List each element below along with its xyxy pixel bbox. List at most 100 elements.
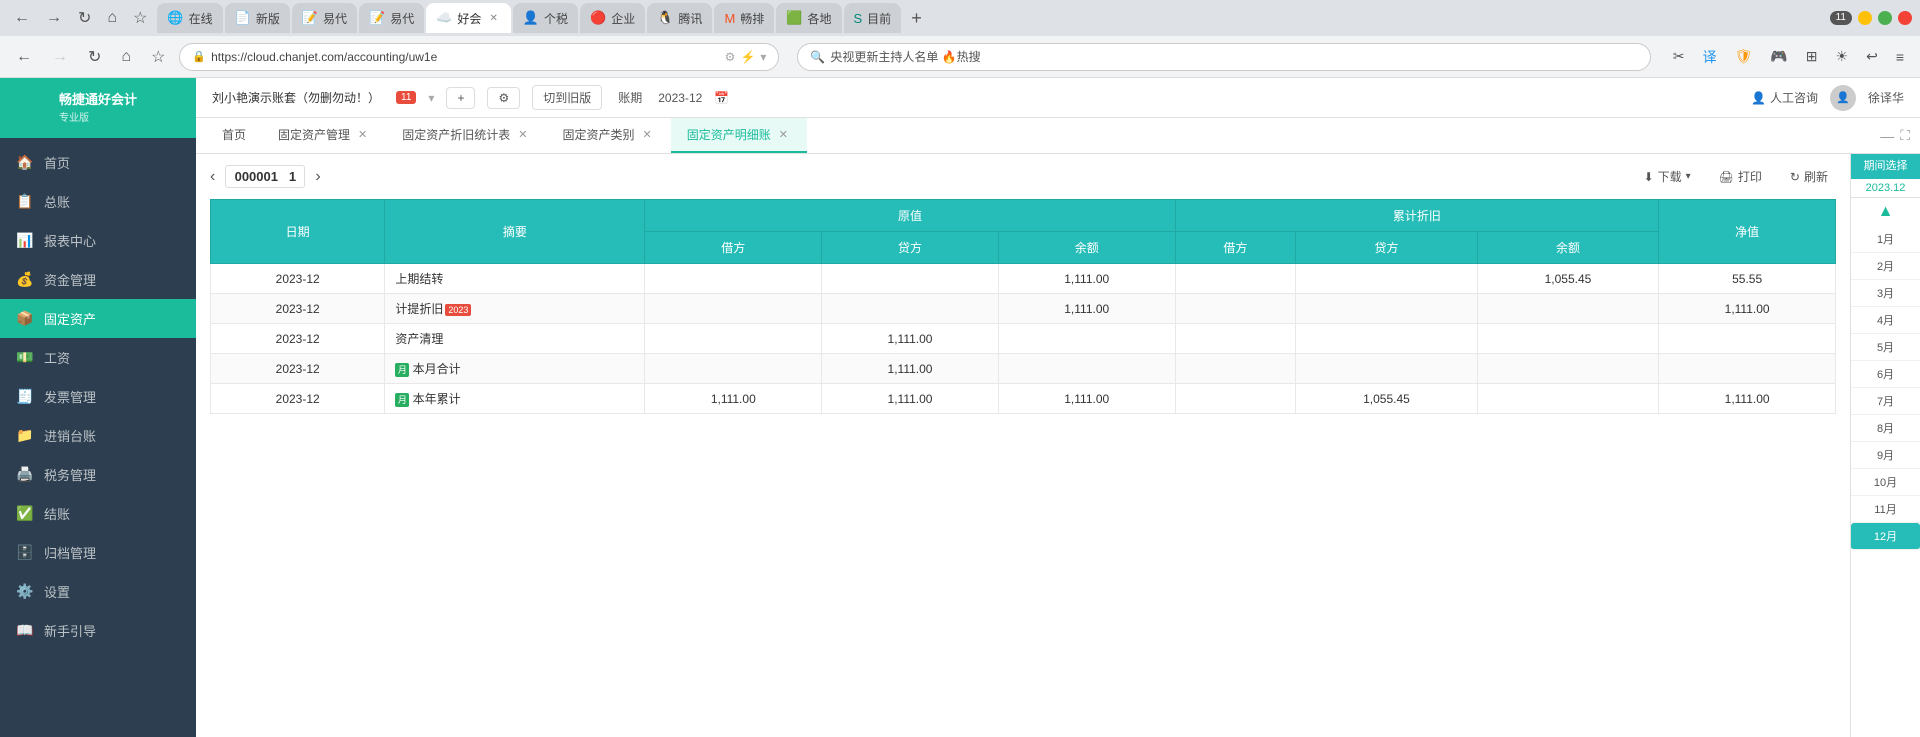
nav-bookmark[interactable]: ☆ bbox=[145, 43, 171, 71]
reload-button[interactable]: ↻ bbox=[72, 4, 97, 32]
settings-btn[interactable]: ⚙ bbox=[487, 87, 520, 109]
sidebar-item-fixed-assets[interactable]: 📦 固定资产 bbox=[0, 299, 196, 338]
back-button[interactable]: ← bbox=[8, 5, 36, 31]
badge-count: 11 bbox=[1830, 11, 1852, 25]
scissors-icon[interactable]: ✂ bbox=[1667, 44, 1691, 69]
print-btn[interactable]: 🖨 打印 bbox=[1711, 164, 1770, 189]
table-row[interactable]: 2023-12 资产清理 1,111.00 bbox=[211, 324, 1836, 354]
sidebar-item-payroll[interactable]: 💵 工资 bbox=[0, 338, 196, 377]
refresh-btn[interactable]: ↻ 刷新 bbox=[1782, 164, 1836, 189]
nav-reload[interactable]: ↻ bbox=[82, 43, 107, 71]
tab-zaixin[interactable]: 🌐 在线 bbox=[157, 3, 222, 33]
tab-depreciation-stats[interactable]: 固定资产折旧统计表 ✕ bbox=[386, 118, 546, 153]
sidebar-label-fixed-assets: 固定资产 bbox=[44, 309, 96, 328]
sidebar-item-close-period[interactable]: ✅ 结账 bbox=[0, 494, 196, 533]
search-bar[interactable]: 🔍 央视更新主持人名单 🔥热搜 bbox=[797, 43, 1650, 71]
translate-icon[interactable]: 译 bbox=[1697, 43, 1723, 71]
nav-forward[interactable]: → bbox=[46, 44, 74, 70]
shield-icon[interactable]: 🛡 bbox=[1729, 44, 1759, 69]
grid-icon[interactable]: ⊞ bbox=[1800, 44, 1824, 69]
table-row[interactable]: 2023-12 月 本月合计 1,111.00 bbox=[211, 354, 1836, 384]
tab-home[interactable]: 首页 bbox=[206, 118, 262, 153]
period-month-item[interactable]: 1月 bbox=[1851, 226, 1920, 253]
period-month-item[interactable]: 9月 bbox=[1851, 442, 1920, 469]
tab-changpai[interactable]: M 畅排 bbox=[714, 3, 774, 33]
tab-qiye[interactable]: 🔴 企业 bbox=[580, 3, 645, 33]
table-row[interactable]: 2023-12 月 本年累计 1,111.00 1,111.00 1,111.0… bbox=[211, 384, 1836, 414]
sidebar-item-reports[interactable]: 📊 报表中心 bbox=[0, 221, 196, 260]
print-icon: 🖨 bbox=[1719, 170, 1734, 184]
cell-net-value: 55.55 bbox=[1659, 264, 1836, 294]
download-btn[interactable]: ⬇ 下载 ▾ bbox=[1636, 164, 1699, 189]
sidebar-item-settings[interactable]: ⚙️ 设置 bbox=[0, 572, 196, 611]
sidebar-item-purchase-sales[interactable]: 📁 进销台账 bbox=[0, 416, 196, 455]
tab-haohui[interactable]: ☁️ 好会 ✕ bbox=[426, 3, 511, 33]
tab-muqian[interactable]: S 目前 bbox=[844, 3, 902, 33]
content-maximize[interactable]: ⛶ bbox=[1900, 127, 1910, 144]
app-header: 刘小艳演示账套（勿删勿动！） 11 ▾ + ⚙ 切到旧版 账期 2023-12 … bbox=[196, 78, 1920, 118]
content-minimize[interactable]: — bbox=[1880, 128, 1894, 144]
tab-geshuai[interactable]: 👤 个税 bbox=[513, 3, 578, 33]
switch-version-btn[interactable]: 切到旧版 bbox=[532, 85, 602, 110]
tab-yidai1[interactable]: 📝 易代 bbox=[292, 3, 357, 33]
forward-button[interactable]: → bbox=[40, 5, 68, 31]
sidebar-item-invoice[interactable]: 🧾 发票管理 bbox=[0, 377, 196, 416]
header-arrow-dropdown[interactable]: ▾ bbox=[428, 91, 434, 105]
tab-asset-category[interactable]: 固定资产类别 ✕ bbox=[546, 118, 670, 153]
period-month-item[interactable]: 8月 bbox=[1851, 415, 1920, 442]
tab-gedi[interactable]: 🟩 各地 bbox=[776, 3, 841, 33]
tab-tengxun[interactable]: 🐧 腾讯 bbox=[647, 3, 712, 33]
sidebar-menu: 🏠 首页 📋 总账 📊 报表中心 💰 资金管理 📦 固定资产 💵 工资 bbox=[0, 138, 196, 737]
dropdown-icon[interactable]: ▾ bbox=[760, 50, 766, 64]
sidebar-item-tax[interactable]: 🖨️ 税务管理 bbox=[0, 455, 196, 494]
period-month-item[interactable]: 2月 bbox=[1851, 253, 1920, 280]
nav-back[interactable]: ← bbox=[10, 44, 38, 70]
service-btn[interactable]: 👤 人工咨询 bbox=[1751, 89, 1818, 106]
brightness-icon[interactable]: ☀ bbox=[1830, 44, 1855, 69]
period-month-item[interactable]: 11月 bbox=[1851, 496, 1920, 523]
tab-asset-detail-ledger[interactable]: 固定资产明细账 ✕ bbox=[671, 118, 807, 153]
bookmark-button[interactable]: ☆ bbox=[127, 4, 153, 32]
table-row[interactable]: 2023-12 计提折旧2023 1,111.00 1,111.00 bbox=[211, 294, 1836, 324]
calendar-icon[interactable]: 📅 bbox=[714, 91, 729, 105]
gamepad-icon[interactable]: 🎮 bbox=[1764, 44, 1793, 69]
period-month-item[interactable]: 5月 bbox=[1851, 334, 1920, 361]
window-minimize[interactable] bbox=[1858, 11, 1872, 25]
period-month-item[interactable]: 4月 bbox=[1851, 307, 1920, 334]
cell-accum-debit bbox=[1175, 354, 1296, 384]
table-row[interactable]: 2023-12 上期结转 1,111.00 1,055.45 55.55 bbox=[211, 264, 1836, 294]
home-button[interactable]: ⌂ bbox=[101, 5, 123, 31]
period-month-item[interactable]: 10月 bbox=[1851, 469, 1920, 496]
period-month-item[interactable]: 7月 bbox=[1851, 388, 1920, 415]
sidebar-item-home[interactable]: 🏠 首页 bbox=[0, 143, 196, 182]
close-depreciation-stats[interactable]: ✕ bbox=[515, 127, 530, 142]
period-scroll-up[interactable]: ▲ bbox=[1851, 198, 1920, 226]
sidebar-item-funds[interactable]: 💰 资金管理 bbox=[0, 260, 196, 299]
user-avatar[interactable]: 👤 bbox=[1830, 85, 1856, 111]
nav-home[interactable]: ⌂ bbox=[115, 44, 137, 70]
close-asset-detail-ledger[interactable]: ✕ bbox=[776, 127, 791, 142]
sidebar-item-general-ledger[interactable]: 📋 总账 bbox=[0, 182, 196, 221]
add-account-button[interactable]: + bbox=[446, 87, 475, 109]
address-input[interactable]: 🔒 https://cloud.chanjet.com/accounting/u… bbox=[179, 43, 779, 71]
prev-account-btn[interactable]: ‹ bbox=[210, 168, 215, 186]
tab-close-haohui[interactable]: ✕ bbox=[486, 12, 500, 25]
window-close[interactable] bbox=[1898, 11, 1912, 25]
next-account-btn[interactable]: › bbox=[315, 168, 320, 186]
period-month-item[interactable]: 6月 bbox=[1851, 361, 1920, 388]
sidebar-item-guide[interactable]: 📖 新手引导 bbox=[0, 611, 196, 650]
sidebar-item-archive[interactable]: 🗄️ 归档管理 bbox=[0, 533, 196, 572]
close-asset-category[interactable]: ✕ bbox=[640, 127, 655, 142]
history-icon[interactable]: ↩ bbox=[1860, 44, 1884, 69]
tab-fixed-asset-mgmt[interactable]: 固定资产管理 ✕ bbox=[262, 118, 386, 153]
period-month-item[interactable]: 12月 bbox=[1851, 523, 1920, 550]
close-fixed-asset-mgmt[interactable]: ✕ bbox=[355, 127, 370, 142]
more-icon[interactable]: ≡ bbox=[1890, 45, 1910, 69]
period-year-active[interactable]: 2023.12 bbox=[1851, 179, 1920, 198]
period-month-item[interactable]: 3月 bbox=[1851, 280, 1920, 307]
cell-orig-debit bbox=[645, 354, 822, 384]
window-maximize[interactable] bbox=[1878, 11, 1892, 25]
new-tab-button[interactable]: + bbox=[903, 6, 930, 31]
tab-xinban[interactable]: 📄 新版 bbox=[225, 3, 290, 33]
tab-yidai2[interactable]: 📝 易代 bbox=[359, 3, 424, 33]
